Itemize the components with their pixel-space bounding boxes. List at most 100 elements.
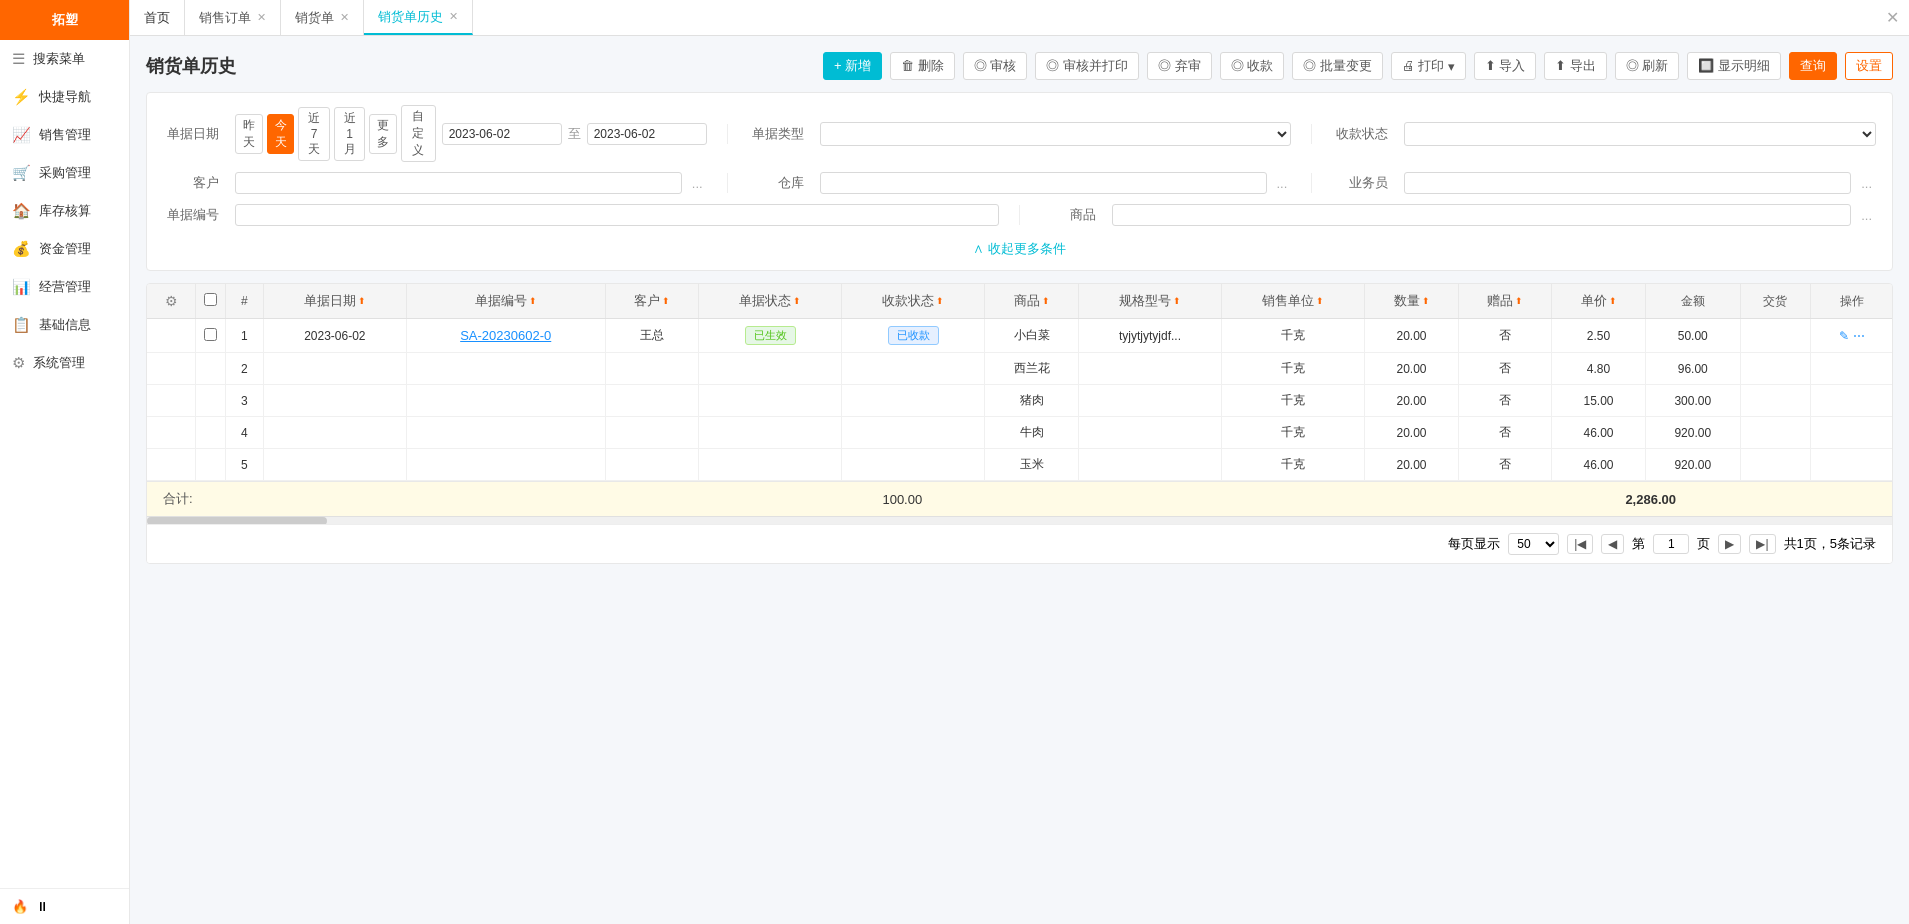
tab-sales-history-close[interactable]: ✕ [449,10,458,23]
cell-action [1811,385,1892,417]
sidebar-item-label: 系统管理 [33,354,85,372]
sidebar-item-quick-nav[interactable]: ⚡ 快捷导航 [0,78,129,116]
collect-button[interactable]: ◎ 收款 [1220,52,1285,80]
page-next-button[interactable]: ▶ [1718,534,1741,554]
tab-sales-order-close[interactable]: ✕ [257,11,266,24]
date-btn-1month[interactable]: 近1月 [334,107,366,161]
page-last-button[interactable]: ▶| [1749,534,1775,554]
customer-input[interactable] [235,172,682,194]
page-prev-button[interactable]: ◀ [1601,534,1624,554]
col-payment-status[interactable]: 收款状态⬆ [842,284,985,319]
sidebar-item-sys-mgmt[interactable]: ⚙ 系统管理 [0,344,129,382]
page-number-input[interactable] [1653,534,1689,554]
cell-payment-status [842,385,985,417]
quick-nav-icon: ⚡ [12,88,31,106]
sidebar-item-label: 库存核算 [39,202,91,220]
more-op[interactable]: ⋯ [1853,329,1865,343]
gear-icon: ⚙ [165,293,178,309]
warehouse-input[interactable] [820,172,1267,194]
delete-button[interactable]: 🗑 删除 [890,52,955,80]
payment-status-select[interactable] [1404,122,1876,146]
divider-3 [727,173,728,193]
col-doc-status[interactable]: 单据状态⬆ [699,284,842,319]
filter-row-2: 客户 ... 仓库 ... 业务员 ... [163,172,1876,194]
col-doc-date[interactable]: 单据日期⬆ [263,284,406,319]
export-button[interactable]: ⬆ 导出 [1544,52,1607,80]
audit-button[interactable]: ◎ 审核 [963,52,1028,80]
cell-checkbox [196,385,226,417]
col-checkbox[interactable] [196,284,226,319]
page-first-button[interactable]: |◀ [1567,534,1593,554]
date-btn-7days[interactable]: 近7天 [298,107,330,161]
col-settings[interactable]: ⚙ [147,284,196,319]
salesperson-input[interactable] [1404,172,1851,194]
cell-settings [147,319,196,353]
edit-op[interactable]: ✎ [1839,329,1849,343]
cell-gift: 否 [1458,353,1552,385]
toolbar: + 新增 🗑 删除 ◎ 审核 ◎ 审核并打印 ◎ 弃审 ◎ 收款 [823,52,1893,80]
tab-sales-goods[interactable]: 销货单 ✕ [281,0,364,35]
refresh-button[interactable]: ◎ 刷新 [1615,52,1680,80]
batch-change-button[interactable]: ◎ 批量变更 [1292,52,1383,80]
horizontal-scrollbar[interactable] [147,516,1892,524]
show-detail-button[interactable]: 🔲 显示明细 [1687,52,1781,80]
select-all-checkbox[interactable] [204,293,217,306]
tab-home[interactable]: 首页 [130,0,185,35]
new-button[interactable]: + 新增 [823,52,882,80]
customer-ellipsis[interactable]: ... [688,176,707,191]
salesperson-ellipsis[interactable]: ... [1857,176,1876,191]
col-doc-no[interactable]: 单据编号⬆ [406,284,605,319]
date-btn-today[interactable]: 今天 [267,114,295,154]
date-btn-more[interactable]: 更多 [369,114,397,154]
tab-sales-history[interactable]: 销货单历史 ✕ [364,0,473,35]
table-body: 12023-06-02SA-20230602-0王总已生效已收款小白菜tyjyt… [147,319,1892,481]
per-page-select[interactable]: 50 100 [1508,533,1559,555]
warehouse-ellipsis[interactable]: ... [1273,176,1292,191]
settings-button[interactable]: 设置 [1845,52,1893,80]
doc-date-sort-icon: ⬆ [358,296,366,306]
col-gift[interactable]: 赠品⬆ [1458,284,1552,319]
gift-sort-icon: ⬆ [1515,296,1523,306]
audit-print-button[interactable]: ◎ 审核并打印 [1035,52,1139,80]
sidebar-item-ops-mgmt[interactable]: 📊 经营管理 [0,268,129,306]
sidebar-item-basic-info[interactable]: 📋 基础信息 [0,306,129,344]
cell-amount: 300.00 [1645,385,1740,417]
doc-type-select[interactable] [820,122,1292,146]
cell-quantity: 20.00 [1365,385,1459,417]
abandon-button[interactable]: ◎ 弃审 [1147,52,1212,80]
col-spec-type[interactable]: 规格型号⬆ [1078,284,1221,319]
col-goods[interactable]: 商品⬆ [985,284,1079,319]
sidebar-item-purchase-mgmt[interactable]: 🛒 采购管理 [0,154,129,192]
date-btn-yesterday[interactable]: 昨天 [235,114,263,154]
per-page-label: 每页显示 [1448,535,1500,553]
sidebar-pause-icon[interactable]: ⏸ [36,899,49,914]
page-title: 销货单历史 [146,54,236,78]
date-label: 单据日期 [163,125,219,143]
sidebar-fire-icon[interactable]: 🔥 [12,899,28,914]
cell-doc-no [406,449,605,481]
collapse-button[interactable]: ∧ 收起更多条件 [163,236,1876,258]
col-sales-unit[interactable]: 销售单位⬆ [1222,284,1365,319]
query-button[interactable]: 查询 [1789,52,1837,80]
tab-sales-goods-close[interactable]: ✕ [340,11,349,24]
customer-sort-icon: ⬆ [662,296,670,306]
tab-sales-order[interactable]: 销售订单 ✕ [185,0,281,35]
sidebar-item-inventory[interactable]: 🏠 库存核算 [0,192,129,230]
date-btn-custom[interactable]: 自定义 [401,105,436,162]
col-quantity[interactable]: 数量⬆ [1365,284,1459,319]
col-customer[interactable]: 客户⬆ [605,284,699,319]
date-from-input[interactable]: 2023-06-02 [442,123,562,145]
capital-mgmt-icon: 💰 [12,240,31,258]
col-unit-price[interactable]: 单价⬆ [1552,284,1646,319]
sidebar-item-capital-mgmt[interactable]: 💰 资金管理 [0,230,129,268]
doc-no-input[interactable] [235,204,999,226]
goods-ellipsis[interactable]: ... [1857,208,1876,223]
goods-input[interactable] [1112,204,1851,226]
print-button[interactable]: 🖨 打印 ▾ [1391,52,1466,80]
cell-doc-date [263,417,406,449]
date-to-input[interactable]: 2023-06-02 [587,123,707,145]
sidebar-item-sales-mgmt[interactable]: 📈 销售管理 [0,116,129,154]
tab-bar-close-all[interactable]: ✕ [1886,8,1909,27]
import-button[interactable]: ⬆ 导入 [1474,52,1537,80]
sidebar-item-search-menu[interactable]: ☰ 搜索菜单 [0,40,129,78]
